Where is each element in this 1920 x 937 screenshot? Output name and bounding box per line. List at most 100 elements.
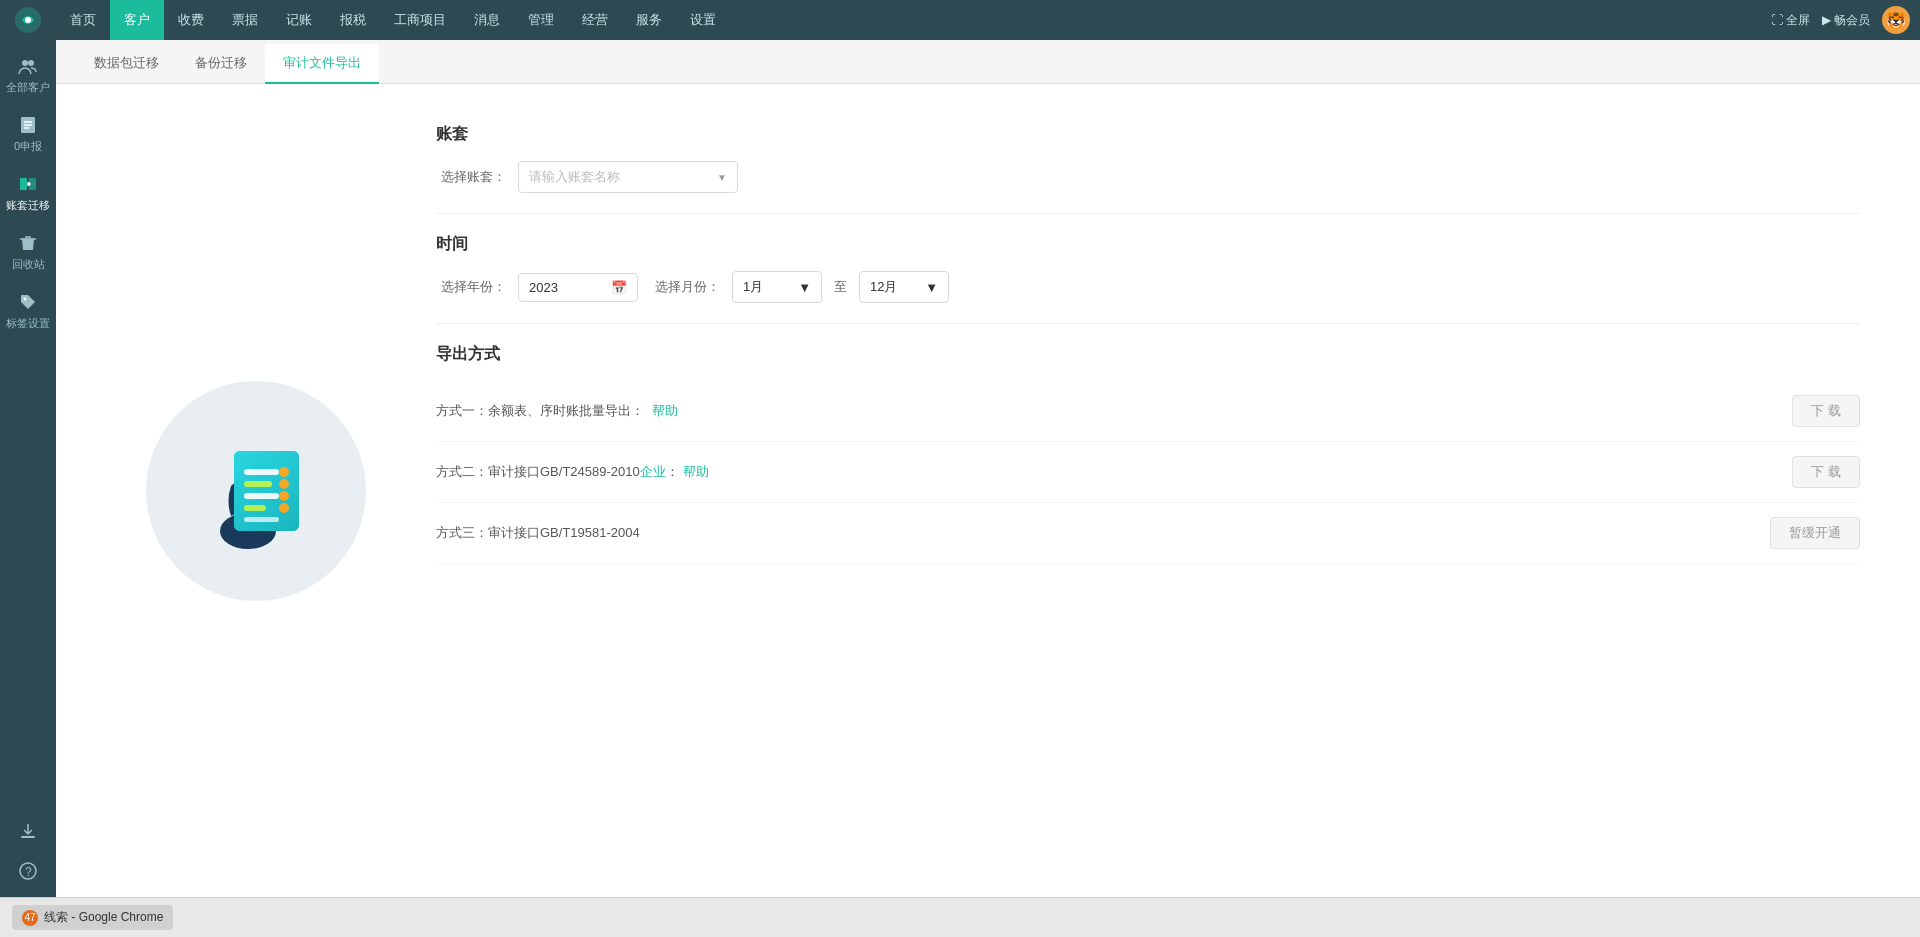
account-select-arrow: ▼ — [717, 172, 727, 183]
sidebar-label-tag: 标签设置 — [6, 316, 50, 331]
account-section-title: 账套 — [436, 124, 1860, 145]
method2-company-tag: 企业 — [640, 464, 666, 479]
nav-item-manage[interactable]: 管理 — [514, 0, 568, 40]
export-method-3-label: 方式三：审计接口GB/T19581-2004 — [436, 524, 1770, 542]
form-area: 账套 选择账套： 请输入账套名称 ▼ 时间 选择年份： 2023 📅 — [396, 124, 1860, 857]
account-select[interactable]: 请输入账套名称 ▼ — [518, 161, 738, 193]
export-section-title: 导出方式 — [436, 344, 1860, 365]
method1-download-button[interactable]: 下 载 — [1792, 395, 1860, 427]
nav-item-bill[interactable]: 票据 — [218, 0, 272, 40]
sidebar-label-all-clients: 全部客户 — [6, 80, 50, 95]
svg-rect-19 — [244, 493, 279, 499]
calendar-icon: 📅 — [611, 280, 627, 295]
nav-item-settings[interactable]: 设置 — [676, 0, 730, 40]
content-area: 数据包迁移 备份迁移 审计文件导出 — [56, 40, 1920, 897]
top-nav: 首页 客户 收费 票据 记账 报税 工商项目 消息 管理 经营 服务 设置 ⛶ … — [0, 0, 1920, 40]
nav-item-service[interactable]: 服务 — [622, 0, 676, 40]
nav-item-client[interactable]: 客户 — [110, 0, 164, 40]
export-method-3-row: 方式三：审计接口GB/T19581-2004 暂缓开通 — [436, 503, 1860, 564]
method2-help-link[interactable]: 帮助 — [683, 464, 709, 479]
month-end-select[interactable]: 12月 ▼ — [859, 271, 949, 303]
declare-icon — [18, 115, 38, 135]
svg-point-25 — [279, 503, 289, 513]
nav-item-accounting[interactable]: 记账 — [272, 0, 326, 40]
nav-item-msg[interactable]: 消息 — [460, 0, 514, 40]
method3-open-button[interactable]: 暂缓开通 — [1770, 517, 1860, 549]
svg-point-3 — [28, 60, 34, 66]
top-nav-items: 首页 客户 收费 票据 记账 报税 工商项目 消息 管理 经营 服务 设置 — [56, 0, 1771, 40]
svg-rect-17 — [244, 469, 279, 475]
year-input[interactable]: 2023 📅 — [518, 273, 638, 302]
export-method-1-label: 方式一：余额表、序时账批量导出： 帮助 — [436, 402, 1792, 420]
sidebar-item-migrate[interactable]: 账套迁移 — [2, 166, 54, 221]
svg-point-1 — [25, 17, 31, 23]
to-label: 至 — [834, 278, 847, 296]
month-start-label: 选择月份： — [650, 278, 720, 296]
top-nav-right: ⛶ 全屏 ▶ 畅会员 🐯 — [1771, 6, 1910, 34]
svg-rect-8 — [20, 178, 27, 190]
tab-backup-migration[interactable]: 备份迁移 — [177, 44, 265, 84]
time-section-title: 时间 — [436, 234, 1860, 255]
sidebar-label-declare: 0申报 — [14, 139, 42, 154]
account-row: 选择账套： 请输入账套名称 ▼ — [436, 161, 1860, 193]
nav-item-tax[interactable]: 报税 — [326, 0, 380, 40]
help-icon: ? — [18, 861, 38, 881]
svg-point-24 — [279, 491, 289, 501]
tab-bar: 数据包迁移 备份迁移 审计文件导出 — [56, 40, 1920, 84]
year-label: 选择年份： — [436, 278, 506, 296]
member-button[interactable]: ▶ 畅会员 — [1822, 12, 1870, 29]
account-label: 选择账套： — [436, 168, 506, 186]
method1-help-link[interactable]: 帮助 — [652, 403, 678, 418]
svg-point-23 — [279, 479, 289, 489]
svg-rect-21 — [244, 517, 279, 522]
nav-item-ops[interactable]: 经营 — [568, 0, 622, 40]
taskbar: 47 线索 - Google Chrome — [0, 897, 1920, 937]
taskbar-label: 线索 - Google Chrome — [44, 909, 163, 926]
month-end-value: 12月 — [870, 278, 897, 296]
time-row: 选择年份： 2023 📅 选择月份： 1月 ▼ 至 12月 ▼ — [436, 271, 1860, 303]
export-method-1-row: 方式一：余额表、序时账批量导出： 帮助 下 载 — [436, 381, 1860, 442]
month-start-select[interactable]: 1月 ▼ — [732, 271, 822, 303]
svg-rect-18 — [244, 481, 272, 487]
nav-item-home[interactable]: 首页 — [56, 0, 110, 40]
sidebar-item-trash[interactable]: 回收站 — [2, 225, 54, 280]
sidebar-label-migrate: 账套迁移 — [6, 198, 50, 213]
svg-point-10 — [24, 298, 27, 301]
divider-1 — [436, 213, 1860, 214]
sidebar-item-tag[interactable]: 标签设置 — [2, 284, 54, 339]
sidebar-item-download[interactable] — [2, 813, 54, 849]
fullscreen-icon: ⛶ — [1771, 13, 1783, 27]
month-start-value: 1月 — [743, 278, 763, 296]
svg-rect-20 — [244, 505, 266, 511]
sidebar-item-declare[interactable]: 0申报 — [2, 107, 54, 162]
tab-audit-export[interactable]: 审计文件导出 — [265, 44, 379, 84]
svg-point-2 — [22, 60, 28, 66]
tab-data-migration[interactable]: 数据包迁移 — [76, 44, 177, 84]
svg-point-22 — [279, 467, 289, 477]
illustration-svg — [176, 411, 336, 571]
sidebar-label-trash: 回收站 — [12, 257, 45, 272]
year-value: 2023 — [529, 280, 558, 295]
taskbar-chrome-item[interactable]: 47 线索 - Google Chrome — [12, 905, 173, 930]
fullscreen-button[interactable]: ⛶ 全屏 — [1771, 12, 1810, 29]
trash-icon — [18, 233, 38, 253]
sidebar-item-help[interactable]: ? — [2, 853, 54, 889]
main-layout: 全部客户 0申报 账套迁移 回收站 — [0, 40, 1920, 897]
member-icon: ▶ — [1822, 13, 1831, 27]
svg-rect-11 — [21, 836, 35, 838]
nav-item-fee[interactable]: 收费 — [164, 0, 218, 40]
sidebar: 全部客户 0申报 账套迁移 回收站 — [0, 40, 56, 897]
divider-2 — [436, 323, 1860, 324]
sidebar-item-all-clients[interactable]: 全部客户 — [2, 48, 54, 103]
avatar[interactable]: 🐯 — [1882, 6, 1910, 34]
method2-download-button[interactable]: 下 载 — [1792, 456, 1860, 488]
download-icon — [18, 821, 38, 841]
svg-text:?: ? — [25, 865, 32, 879]
tag-icon — [18, 292, 38, 312]
export-method-2-row: 方式二：审计接口GB/T24589-2010企业：帮助 下 载 — [436, 442, 1860, 503]
users-icon — [18, 56, 38, 76]
export-method-2-label: 方式二：审计接口GB/T24589-2010企业：帮助 — [436, 463, 1792, 481]
nav-item-biz[interactable]: 工商项目 — [380, 0, 460, 40]
month-end-arrow: ▼ — [925, 280, 938, 295]
month-start-arrow: ▼ — [798, 280, 811, 295]
